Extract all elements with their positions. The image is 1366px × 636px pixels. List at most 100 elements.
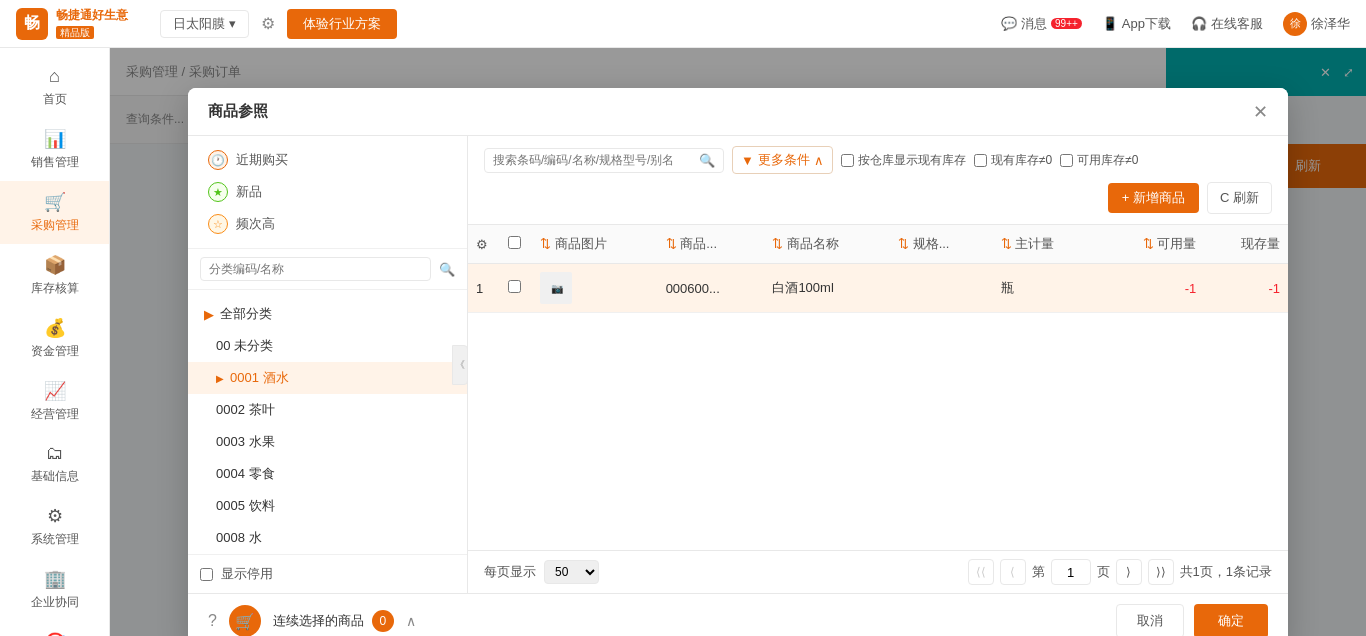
system-icon: ⚙ [47, 505, 63, 527]
sidebar-item-enterprise[interactable]: 🏢 企业协同 [0, 558, 109, 621]
col-spec[interactable]: ⇅ 规格... [890, 225, 993, 264]
frequent-icon: ☆ [208, 214, 228, 234]
sidebar-item-system[interactable]: ⚙ 系统管理 [0, 495, 109, 558]
category-0002[interactable]: 0002 茶叶 [188, 394, 467, 426]
logo-area: 畅 畅捷通好生意 精品版 [16, 7, 136, 40]
row-checkbox-cell[interactable] [500, 264, 532, 313]
category-search-wrap: 🔍 [188, 249, 467, 290]
prev-page-btn[interactable]: ⟨ [1000, 559, 1026, 585]
row-checkbox[interactable] [508, 280, 521, 293]
col-available[interactable]: ⇅ 可用量 [1098, 225, 1204, 264]
sidebar-item-home[interactable]: ⌂ 首页 [0, 56, 109, 118]
sidebar-item-basics[interactable]: 🗂 基础信息 [0, 433, 109, 495]
category-0005[interactable]: 0005 饮料 [188, 490, 467, 522]
last-page-btn[interactable]: ⟩⟩ [1148, 559, 1174, 585]
category-0001[interactable]: ▶ 0001 酒水 [188, 362, 467, 394]
sidebar-item-operations[interactable]: 📈 经营管理 [0, 370, 109, 433]
search-icon[interactable]: 🔍 [699, 153, 715, 168]
category-0008[interactable]: 0008 水 [188, 522, 467, 554]
sidebar-item-purchase[interactable]: 🛒 采购管理 [0, 181, 109, 244]
message-badge: 99++ [1051, 18, 1082, 29]
pagination-right: ⟨⟨ ⟨ 第 1 页 ⟩ ⟩⟩ 共1页，1条记录 [968, 559, 1272, 585]
svg-text:📷: 📷 [551, 282, 564, 295]
col-unit[interactable]: ⇅ 主计量 [993, 225, 1099, 264]
next-page-btn[interactable]: ⟩ [1116, 559, 1142, 585]
modal-footer: ? 🛒 连续选择的商品 0 ∧ 取消 确定 [188, 593, 1288, 636]
row-stock: -1 [1204, 264, 1288, 313]
confirm-btn[interactable]: 确定 [1194, 604, 1268, 636]
sort-icon: ⇅ [1143, 236, 1154, 251]
sort-icon: ⇅ [898, 236, 909, 251]
inventory-icon: 📦 [44, 254, 66, 276]
show-disabled-wrap: 显示停用 [188, 554, 467, 593]
collapse-up-btn[interactable]: ∧ [406, 613, 416, 629]
logo-text: 畅捷通好生意 精品版 [56, 7, 128, 40]
quick-recent[interactable]: 🕐 近期购买 [200, 144, 455, 176]
help-icon[interactable]: ? [208, 612, 217, 630]
category-search-input[interactable] [200, 257, 431, 281]
col-settings[interactable]: ⚙ [468, 225, 500, 264]
show-disabled-checkbox[interactable] [200, 568, 213, 581]
sidebar-item-inventory[interactable]: 📦 库存核算 [0, 244, 109, 307]
store-selector[interactable]: 日太阳膜 ▾ [160, 10, 249, 38]
enterprise-icon: 🏢 [44, 568, 66, 590]
settings-icon: ⚙ [476, 237, 488, 252]
settings-icon[interactable]: ⚙ [261, 14, 275, 33]
experience-btn[interactable]: 体验行业方案 [287, 9, 397, 39]
page-num-input[interactable]: 1 [1051, 559, 1091, 585]
app-download-item[interactable]: 📱 App下载 [1102, 15, 1171, 33]
col-stock[interactable]: 现存量 [1204, 225, 1288, 264]
checkbox-usable[interactable] [1060, 154, 1073, 167]
row-num: 1 [468, 264, 500, 313]
col-name[interactable]: ⇅ 商品名称 [764, 225, 890, 264]
cancel-btn[interactable]: 取消 [1116, 604, 1184, 636]
collapse-panel-btn[interactable]: 《 [452, 345, 468, 385]
messages-item[interactable]: 💬 消息 99++ [1001, 15, 1082, 33]
product-search-bar: 🔍 [484, 148, 724, 173]
checkbox-existing-label[interactable]: 现有库存≠0 [974, 152, 1052, 169]
row-available: -1 [1098, 264, 1204, 313]
modal: 商品参照 ✕ 🕐 近期购买 ★ [188, 88, 1288, 636]
recent-icon: 🕐 [208, 150, 228, 170]
modal-close-btn[interactable]: ✕ [1253, 103, 1268, 121]
category-0003[interactable]: 0003 水果 [188, 426, 467, 458]
user-item[interactable]: 徐 徐泽华 [1283, 12, 1350, 36]
table-row[interactable]: 1 📷 000600... 白酒100ml [468, 264, 1288, 313]
row-spec [890, 264, 993, 313]
quick-frequent[interactable]: ☆ 频次高 [200, 208, 455, 240]
sidebar-item-finance[interactable]: 💰 资金管理 [0, 307, 109, 370]
chevron-down-icon: ▾ [229, 16, 236, 31]
filter-btn[interactable]: ▼ 更多条件 ∧ [732, 146, 833, 174]
col-checkbox[interactable] [500, 225, 532, 264]
refresh-btn[interactable]: C 刷新 [1207, 182, 1272, 214]
select-all-checkbox[interactable] [508, 236, 521, 249]
checkbox-usable-label[interactable]: 可用库存≠0 [1060, 152, 1138, 169]
category-list: ▶ 全部分类 00 未分类 ▶ 0001 酒水 0002 茶 [188, 290, 467, 554]
user-avatar: 徐 [1283, 12, 1307, 36]
total-info: 共1页，1条记录 [1180, 563, 1272, 581]
col-code[interactable]: ⇅ 商品... [658, 225, 765, 264]
page-size-select[interactable]: 50 100 [544, 560, 599, 584]
category-00[interactable]: 00 未分类 [188, 330, 467, 362]
add-product-btn[interactable]: + 新增商品 [1108, 183, 1199, 213]
sort-icon: ⇅ [540, 236, 551, 251]
online-service-item[interactable]: 🎧 在线客服 [1191, 15, 1263, 33]
filter-icon: ▼ [741, 153, 754, 168]
checkbox-existing[interactable] [974, 154, 987, 167]
sidebar: ⌂ 首页 📊 销售管理 🛒 采购管理 📦 库存核算 💰 资金管理 📈 经营管理 … [0, 48, 110, 636]
category-all[interactable]: ▶ 全部分类 [188, 298, 467, 330]
quick-new[interactable]: ★ 新品 [200, 176, 455, 208]
sidebar-item-sales[interactable]: 📊 销售管理 [0, 118, 109, 181]
checkbox-stock-label[interactable]: 按仓库显示现有库存 [841, 152, 966, 169]
row-name: 白酒100ml [764, 264, 890, 313]
category-search-icon[interactable]: 🔍 [439, 262, 455, 277]
headset-icon: 🎧 [1191, 16, 1207, 31]
category-0004[interactable]: 0004 零食 [188, 458, 467, 490]
sort-icon: ⇅ [666, 236, 677, 251]
sidebar-item-guide[interactable]: 🎯 新手引导 [0, 621, 109, 636]
checkbox-stock[interactable] [841, 154, 854, 167]
cart-btn[interactable]: 🛒 [229, 605, 261, 636]
first-page-btn[interactable]: ⟨⟨ [968, 559, 994, 585]
product-search-input[interactable] [493, 153, 693, 167]
operations-icon: 📈 [44, 380, 66, 402]
